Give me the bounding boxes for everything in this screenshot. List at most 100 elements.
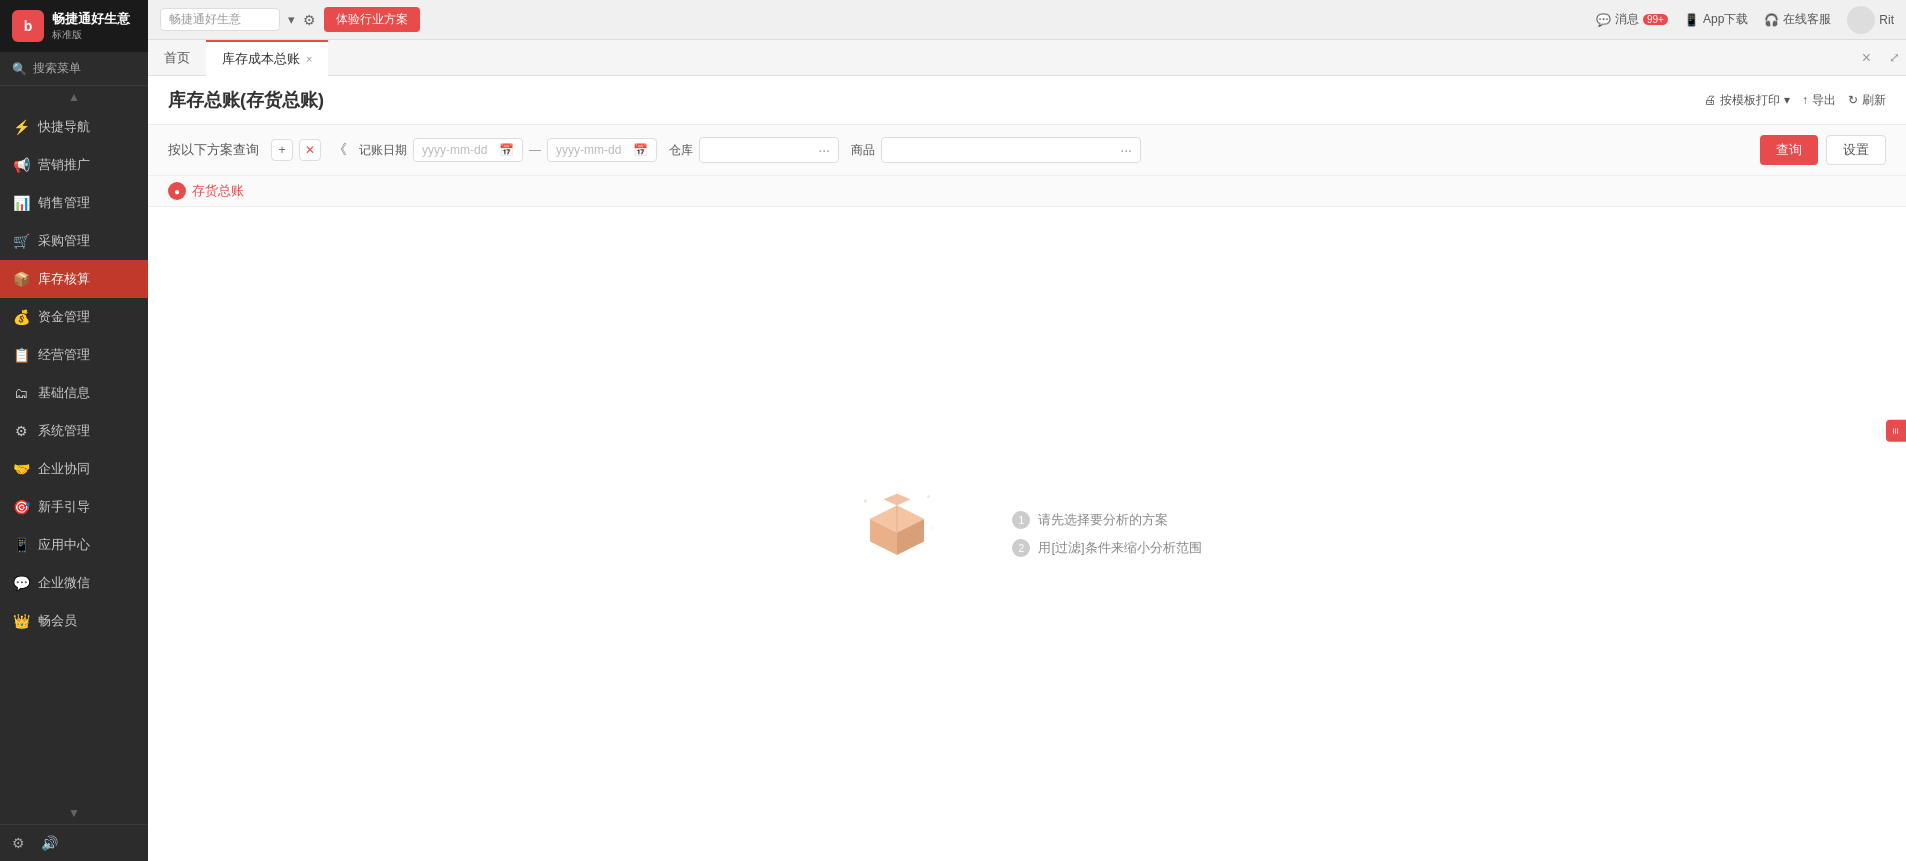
sidebar-item-app-center[interactable]: 📱 应用中心 bbox=[0, 526, 148, 564]
sub-filter: ● 存货总账 bbox=[148, 176, 1906, 207]
phone-icon: 📱 bbox=[1684, 13, 1699, 27]
breadcrumb-input[interactable]: 畅捷通好生意 bbox=[160, 8, 280, 31]
goods-field: 商品 ··· bbox=[851, 137, 1141, 163]
svg-point-7 bbox=[928, 495, 931, 498]
sidebar-item-label: 系统管理 bbox=[38, 422, 90, 440]
sidebar-item-finance[interactable]: 💰 资金管理 bbox=[0, 298, 148, 336]
warehouse-select[interactable]: ··· bbox=[699, 137, 839, 163]
export-icon: ↑ bbox=[1802, 93, 1808, 107]
date-start-input[interactable]: yyyy-mm-dd 📅 bbox=[413, 138, 523, 162]
tip-num-2: 2 bbox=[1012, 539, 1030, 557]
sidebar-item-label: 新手引导 bbox=[38, 498, 90, 516]
purchase-icon: 🛒 bbox=[12, 233, 30, 249]
sidebar-item-label: 应用中心 bbox=[38, 536, 90, 554]
sidebar-item-basic-info[interactable]: 🗂 基础信息 bbox=[0, 374, 148, 412]
settings-top-icon[interactable]: ⚙ bbox=[303, 12, 316, 28]
sidebar-item-member[interactable]: 👑 畅会员 bbox=[0, 602, 148, 640]
chevron-down-icon[interactable]: ▾ bbox=[288, 12, 295, 27]
enterprise-icon: 🤝 bbox=[12, 461, 30, 477]
goods-label: 商品 bbox=[851, 142, 875, 159]
messages-badge: 99+ bbox=[1643, 14, 1668, 25]
scheme-item[interactable]: ● 存货总账 bbox=[168, 182, 244, 200]
tip-1-text: 请先选择要分析的方案 bbox=[1038, 511, 1168, 529]
sidebar-item-enterprise[interactable]: 🤝 企业协同 bbox=[0, 450, 148, 488]
page-title: 库存总账(存货总账) bbox=[168, 88, 324, 112]
empty-state: 1 请先选择要分析的方案 2 用[过滤]条件来缩小分析范围 bbox=[148, 207, 1906, 861]
filter-actions: + ✕ bbox=[271, 139, 321, 161]
query-btn[interactable]: 查询 bbox=[1760, 135, 1818, 165]
collapse-btn[interactable]: 《 bbox=[333, 141, 347, 159]
empty-tips: 1 请先选择要分析的方案 2 用[过滤]条件来缩小分析范围 bbox=[1012, 511, 1201, 557]
sidebar-item-wechat[interactable]: 💬 企业微信 bbox=[0, 564, 148, 602]
sidebar-item-label: 畅会员 bbox=[38, 612, 77, 630]
calendar-end-icon: 📅 bbox=[633, 143, 648, 157]
sidebar-item-marketing[interactable]: 📢 营销推广 bbox=[0, 146, 148, 184]
date-end-input[interactable]: yyyy-mm-dd 📅 bbox=[547, 138, 657, 162]
remove-filter-btn[interactable]: ✕ bbox=[299, 139, 321, 161]
svg-point-6 bbox=[864, 499, 868, 503]
tab-bar: 首页 库存成本总账 × × ⤢ bbox=[148, 40, 1906, 76]
app-download-btn[interactable]: 📱 App下载 bbox=[1684, 11, 1748, 28]
tab-close-btn[interactable]: × bbox=[306, 53, 312, 65]
print-label: 按模板打印 bbox=[1720, 92, 1780, 109]
tab-expand-btn[interactable]: ⤢ bbox=[1883, 50, 1906, 65]
industry-btn[interactable]: 体验行业方案 bbox=[324, 7, 420, 32]
sidebar-item-purchase[interactable]: 🛒 采购管理 bbox=[0, 222, 148, 260]
messages-btn[interactable]: 💬 消息 99+ bbox=[1596, 11, 1668, 28]
sidebar-item-label: 采购管理 bbox=[38, 232, 90, 250]
svg-marker-4 bbox=[884, 494, 911, 506]
online-support-btn[interactable]: 🎧 在线客服 bbox=[1764, 11, 1831, 28]
warehouse-more-icon[interactable]: ··· bbox=[818, 142, 830, 158]
operations-icon: 📋 bbox=[12, 347, 30, 363]
filter-fields: 记账日期 yyyy-mm-dd 📅 — yyyy-mm-dd 📅 仓库 bbox=[359, 137, 1748, 163]
export-btn[interactable]: ↑ 导出 bbox=[1802, 92, 1836, 109]
sidebar-item-label: 资金管理 bbox=[38, 308, 90, 326]
message-icon: 💬 bbox=[1596, 13, 1611, 27]
date-field: 记账日期 yyyy-mm-dd 📅 — yyyy-mm-dd 📅 bbox=[359, 138, 657, 162]
right-panel-tab[interactable]: ≡ bbox=[1886, 419, 1906, 441]
home-tab-label: 首页 bbox=[164, 49, 190, 67]
sidebar-item-guide[interactable]: 🎯 新手引导 bbox=[0, 488, 148, 526]
sidebar-item-system[interactable]: ⚙ 系统管理 bbox=[0, 412, 148, 450]
scroll-up[interactable]: ▲ bbox=[0, 86, 148, 108]
scroll-down[interactable]: ▼ bbox=[0, 802, 148, 824]
search-menu-label: 搜索菜单 bbox=[33, 60, 81, 77]
filter-settings-btn[interactable]: 设置 bbox=[1826, 135, 1886, 165]
app-version: 标准版 bbox=[52, 28, 130, 41]
tab-bar-close-btn[interactable]: × bbox=[1850, 49, 1883, 67]
goods-more-icon[interactable]: ··· bbox=[1120, 142, 1132, 158]
sidebar-item-label: 销售管理 bbox=[38, 194, 90, 212]
app-center-icon: 📱 bbox=[12, 537, 30, 553]
search-icon: 🔍 bbox=[12, 62, 27, 76]
empty-illustration bbox=[852, 474, 972, 594]
settings-footer-icon[interactable]: ⚙ bbox=[12, 835, 25, 851]
date-separator: — bbox=[529, 143, 541, 157]
tab-inventory-ledger[interactable]: 库存成本总账 × bbox=[206, 40, 328, 76]
breadcrumb-text: 畅捷通好生意 bbox=[169, 12, 241, 26]
filter-label: 按以下方案查询 bbox=[168, 141, 259, 159]
app-name: 畅捷通好生意 bbox=[52, 11, 130, 28]
date-label: 记账日期 bbox=[359, 142, 407, 159]
audio-footer-icon[interactable]: 🔊 bbox=[41, 835, 58, 851]
goods-select[interactable]: ··· bbox=[881, 137, 1141, 163]
sidebar-item-quick-nav[interactable]: ⚡ 快捷导航 bbox=[0, 108, 148, 146]
user-menu[interactable]: Rit bbox=[1847, 6, 1894, 34]
sidebar-item-inventory[interactable]: 📦 库存核算 bbox=[0, 260, 148, 298]
print-chevron: ▾ bbox=[1784, 93, 1790, 107]
scheme-label: 存货总账 bbox=[192, 182, 244, 200]
tab-home[interactable]: 首页 bbox=[148, 40, 206, 76]
user-avatar bbox=[1847, 6, 1875, 34]
print-btn[interactable]: 🖨 按模板打印 ▾ bbox=[1704, 92, 1790, 109]
date-end-placeholder: yyyy-mm-dd bbox=[556, 143, 621, 157]
add-filter-btn[interactable]: + bbox=[271, 139, 293, 161]
refresh-btn[interactable]: ↻ 刷新 bbox=[1848, 92, 1886, 109]
headset-icon: 🎧 bbox=[1764, 13, 1779, 27]
search-menu[interactable]: 🔍 搜索菜单 bbox=[0, 52, 148, 86]
sidebar-footer: ⚙ 🔊 bbox=[0, 824, 148, 861]
filter-bar: 按以下方案查询 + ✕ 《 记账日期 yyyy-mm-dd 📅 — yyyy-m… bbox=[148, 125, 1906, 176]
sidebar-item-label: 企业微信 bbox=[38, 574, 90, 592]
sidebar-item-sales[interactable]: 📊 销售管理 bbox=[0, 184, 148, 222]
finance-icon: 💰 bbox=[12, 309, 30, 325]
member-icon: 👑 bbox=[12, 613, 30, 629]
sidebar-item-operations[interactable]: 📋 经营管理 bbox=[0, 336, 148, 374]
